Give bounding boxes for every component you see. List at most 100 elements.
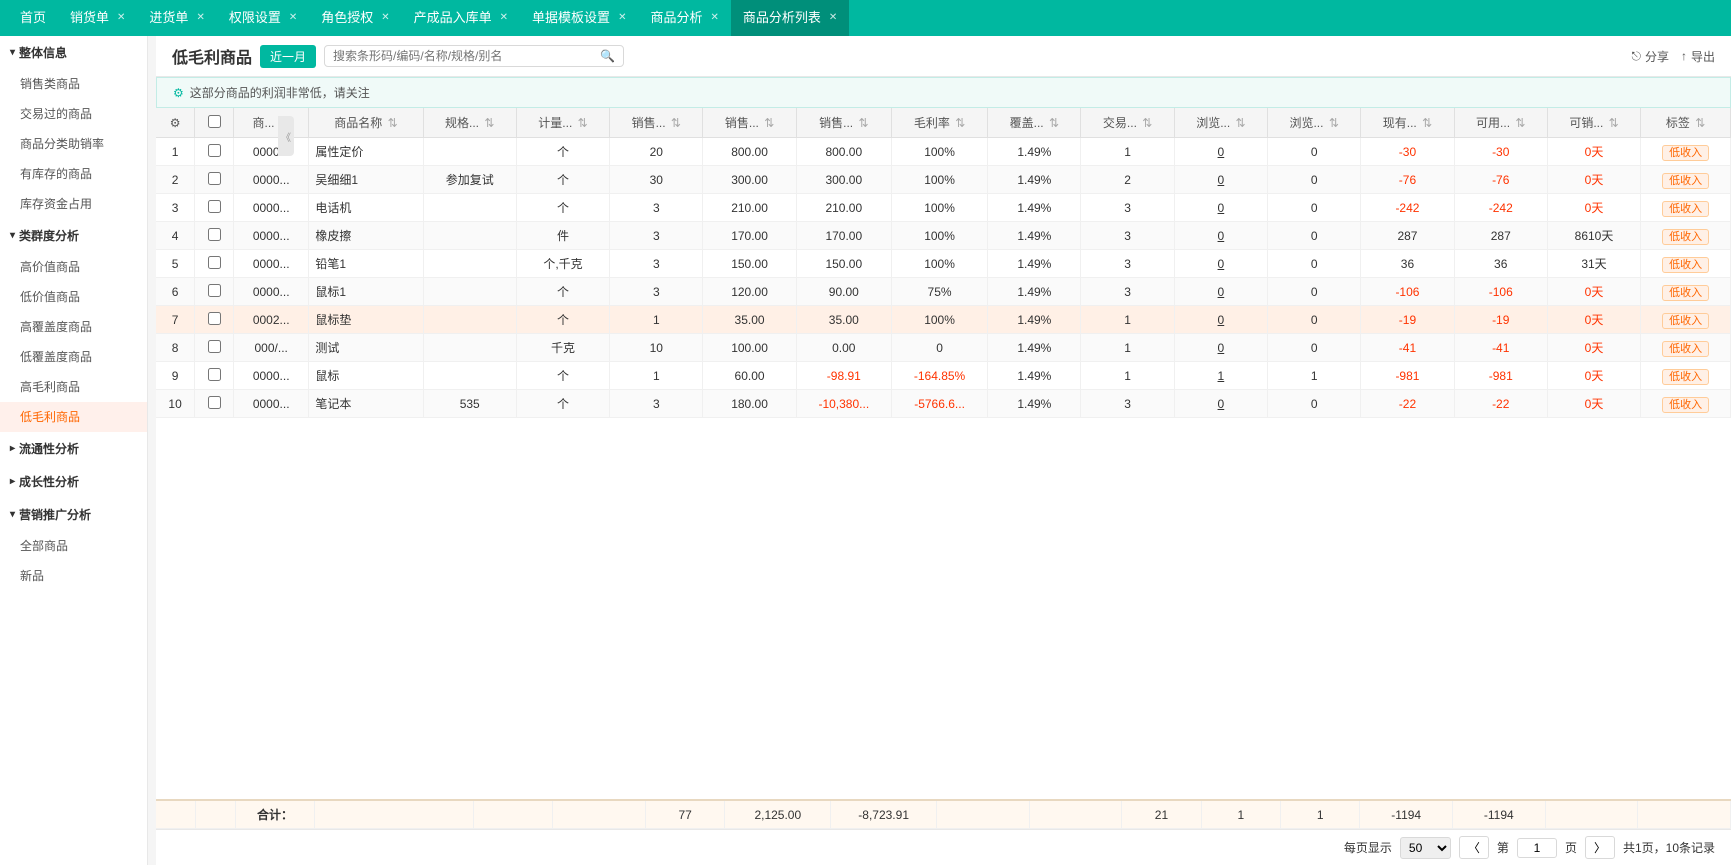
sidebar-group-circulation[interactable]: ▸ 流通性分析 (0, 432, 147, 465)
col-view2[interactable]: 浏览... ⇅ (1268, 108, 1361, 138)
cell-checkbox[interactable] (195, 362, 234, 390)
nav-role[interactable]: 角色授权✕ (309, 0, 401, 36)
settings-icon[interactable]: ⚙ (170, 116, 181, 130)
cell-view1[interactable]: 0 (1174, 334, 1267, 362)
col-current[interactable]: 现有... ⇅ (1361, 108, 1454, 138)
cell-checkbox[interactable] (195, 138, 234, 166)
cell-view1[interactable]: 0 (1174, 194, 1267, 222)
sidebar-item-inventory-fund[interactable]: 库存资金占用 (0, 189, 147, 219)
sidebar-item-low-value[interactable]: 低价值商品 (0, 282, 147, 312)
search-icon[interactable]: 🔍 (600, 49, 615, 63)
row-checkbox[interactable] (208, 172, 221, 185)
filter-button[interactable]: 近一月 (260, 45, 316, 68)
sidebar-item-sales-goods[interactable]: 销售类商品 (0, 69, 147, 99)
col-gross-margin[interactable]: 毛利率 ⇅ (891, 108, 987, 138)
col-spec[interactable]: 规格... ⇅ (423, 108, 516, 138)
col-sale-price[interactable]: 销售... ⇅ (703, 108, 796, 138)
nav-product-analysis[interactable]: 商品分析✕ (638, 0, 730, 36)
sidebar-item-category-rate[interactable]: 商品分类助销率 (0, 129, 147, 159)
row-checkbox[interactable] (208, 228, 221, 241)
next-page-button[interactable]: 〉 (1585, 836, 1615, 859)
sidebar-item-high-coverage[interactable]: 高覆盖度商品 (0, 312, 147, 342)
cell-checkbox[interactable] (195, 278, 234, 306)
col-salable[interactable]: 可销... ⇅ (1547, 108, 1640, 138)
cell-spec (423, 250, 516, 278)
nav-permissions[interactable]: 权限设置✕ (217, 0, 309, 36)
export-button[interactable]: ↑ 导出 (1681, 48, 1715, 65)
nav-product-entry-close[interactable]: ✕ (500, 0, 508, 36)
sidebar-group-cluster[interactable]: ▾ 类群度分析 (0, 219, 147, 252)
col-name[interactable]: 商品名称 ⇅ (309, 108, 423, 138)
page-number-input[interactable] (1517, 838, 1557, 858)
nav-purchase-close[interactable]: ✕ (196, 0, 204, 36)
per-page-select[interactable]: 50 100 200 (1400, 837, 1451, 859)
col-view1[interactable]: 浏览... ⇅ (1174, 108, 1267, 138)
cell-view1[interactable]: 0 (1174, 390, 1267, 418)
row-checkbox[interactable] (208, 312, 221, 325)
row-checkbox[interactable] (208, 200, 221, 213)
nav-sales[interactable]: 销货单✕ (58, 0, 137, 36)
cell-checkbox[interactable] (195, 250, 234, 278)
nav-role-close[interactable]: ✕ (381, 0, 389, 36)
col-trade[interactable]: 交易... ⇅ (1081, 108, 1174, 138)
sidebar-item-traded-goods[interactable]: 交易过的商品 (0, 99, 147, 129)
sidebar-group-growth[interactable]: ▸ 成长性分析 (0, 465, 147, 498)
sidebar-item-low-margin[interactable]: 低毛利商品 (0, 402, 147, 432)
nav-purchase[interactable]: 进货单✕ (137, 0, 216, 36)
share-button[interactable]: ⎋ 分享 (1631, 48, 1669, 65)
row-checkbox[interactable] (208, 340, 221, 353)
pagination-summary: 共1页，10条记录 (1623, 839, 1715, 856)
row-checkbox[interactable] (208, 256, 221, 269)
cell-checkbox[interactable] (195, 166, 234, 194)
nav-template-close[interactable]: ✕ (618, 0, 626, 36)
nav-home[interactable]: 首页 (8, 0, 58, 36)
col-checkbox[interactable] (195, 108, 234, 138)
cell-sale-price: 35.00 (703, 306, 796, 334)
cell-view1[interactable]: 1 (1174, 362, 1267, 390)
nav-product-analysis-list[interactable]: 商品分析列表✕ (731, 0, 849, 36)
row-checkbox[interactable] (208, 368, 221, 381)
nav-sales-close[interactable]: ✕ (117, 0, 125, 36)
row-checkbox[interactable] (208, 284, 221, 297)
cell-checkbox[interactable] (195, 306, 234, 334)
prev-page-button[interactable]: 〈 (1459, 836, 1489, 859)
sidebar-item-in-stock[interactable]: 有库存的商品 (0, 159, 147, 189)
cell-checkbox[interactable] (195, 194, 234, 222)
row-checkbox[interactable] (208, 396, 221, 409)
search-box: 🔍 (324, 45, 624, 67)
cell-view1[interactable]: 0 (1174, 250, 1267, 278)
col-code[interactable]: 商... ⇅ (234, 108, 309, 138)
cell-checkbox[interactable] (195, 222, 234, 250)
col-sale-qty[interactable]: 销售... ⇅ (610, 108, 703, 138)
nav-product-analysis-close[interactable]: ✕ (710, 0, 718, 36)
cell-view1[interactable]: 0 (1174, 166, 1267, 194)
cell-unit: 个 (516, 166, 609, 194)
cell-view1[interactable]: 0 (1174, 278, 1267, 306)
row-checkbox[interactable] (208, 144, 221, 157)
sidebar-item-all-goods[interactable]: 全部商品 (0, 531, 147, 561)
cell-view1[interactable]: 0 (1174, 138, 1267, 166)
col-settings[interactable]: ⚙ (156, 108, 195, 138)
sidebar-group-overall[interactable]: ▾ 整体信息 (0, 36, 147, 69)
nav-permissions-close[interactable]: ✕ (289, 0, 297, 36)
col-available[interactable]: 可用... ⇅ (1454, 108, 1547, 138)
cell-view1[interactable]: 0 (1174, 306, 1267, 334)
col-unit[interactable]: 计量... ⇅ (516, 108, 609, 138)
search-input[interactable] (333, 49, 596, 63)
sidebar-collapse-button[interactable]: 《 (278, 116, 294, 156)
sidebar-group-marketing[interactable]: ▾ 营销推广分析 (0, 498, 147, 531)
cell-view1[interactable]: 0 (1174, 222, 1267, 250)
nav-product-analysis-list-close[interactable]: ✕ (829, 0, 837, 36)
col-coverage[interactable]: 覆盖... ⇅ (988, 108, 1081, 138)
sidebar-item-new-goods[interactable]: 新品 (0, 561, 147, 591)
sidebar-item-high-value[interactable]: 高价值商品 (0, 252, 147, 282)
col-sale-amount[interactable]: 销售... ⇅ (796, 108, 891, 138)
col-tag[interactable]: 标签 ⇅ (1641, 108, 1731, 138)
sidebar-item-low-coverage[interactable]: 低覆盖度商品 (0, 342, 147, 372)
cell-checkbox[interactable] (195, 390, 234, 418)
sidebar-item-high-margin[interactable]: 高毛利商品 (0, 372, 147, 402)
nav-product-entry[interactable]: 产成品入库单✕ (402, 0, 520, 36)
select-all-checkbox[interactable] (208, 115, 221, 128)
nav-template[interactable]: 单据模板设置✕ (520, 0, 638, 36)
cell-checkbox[interactable] (195, 334, 234, 362)
